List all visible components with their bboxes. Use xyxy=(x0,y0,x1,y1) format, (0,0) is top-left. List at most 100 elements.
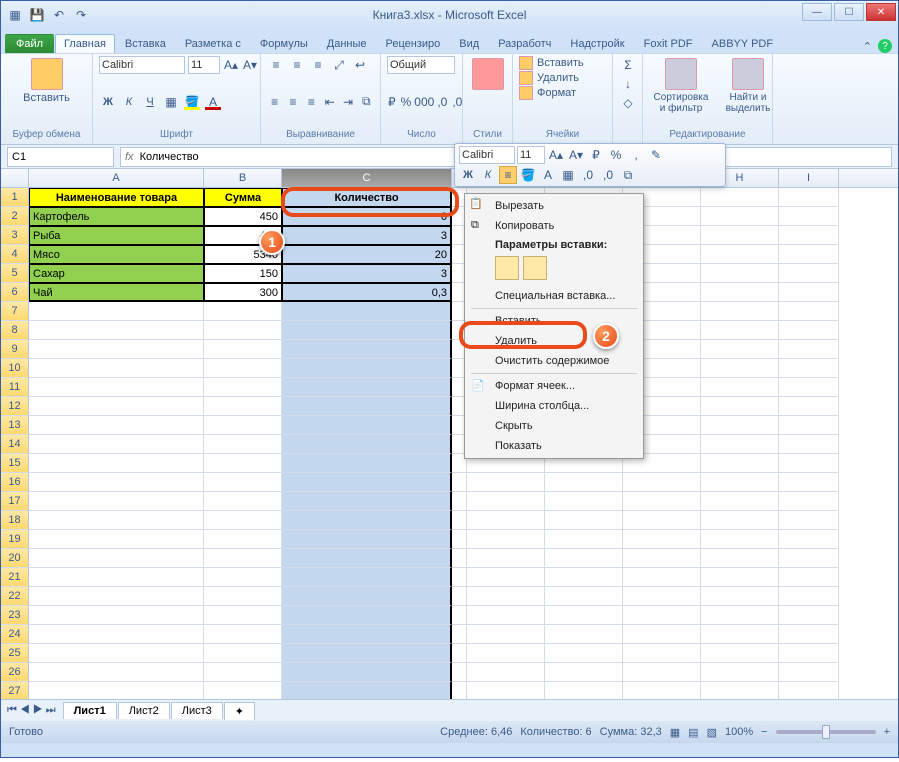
row-header[interactable]: 12 xyxy=(1,397,29,416)
close-button[interactable]: ✕ xyxy=(866,3,896,21)
cell[interactable]: 0,3 xyxy=(282,283,452,302)
cell[interactable]: Мясо xyxy=(29,245,204,264)
cell[interactable] xyxy=(779,302,839,321)
cell[interactable] xyxy=(779,207,839,226)
orientation-icon[interactable]: ⤢ xyxy=(330,56,348,74)
tab-view[interactable]: Вид xyxy=(450,34,488,53)
cell[interactable] xyxy=(701,226,779,245)
cell[interactable] xyxy=(282,359,452,378)
col-header-i[interactable]: I xyxy=(779,169,839,187)
cell[interactable] xyxy=(701,587,779,606)
cell[interactable]: Сахар xyxy=(29,264,204,283)
select-all-corner[interactable] xyxy=(1,169,29,187)
cell[interactable] xyxy=(282,454,452,473)
cell[interactable] xyxy=(282,416,452,435)
mini-thousands-icon[interactable]: , xyxy=(627,146,645,164)
ctx-show[interactable]: Показать xyxy=(467,436,641,456)
mini-font-size[interactable] xyxy=(517,146,545,164)
cell[interactable] xyxy=(204,644,282,663)
cell[interactable] xyxy=(779,454,839,473)
cell[interactable] xyxy=(29,492,204,511)
cell[interactable] xyxy=(701,359,779,378)
cell[interactable] xyxy=(545,587,623,606)
cell[interactable] xyxy=(467,473,545,492)
cell[interactable] xyxy=(779,226,839,245)
align-top-icon[interactable]: ≡ xyxy=(267,56,285,74)
row-header[interactable]: 25 xyxy=(1,644,29,663)
cell[interactable] xyxy=(282,435,452,454)
cell[interactable] xyxy=(204,511,282,530)
delete-cells-button[interactable]: Удалить xyxy=(519,71,606,85)
cell[interactable] xyxy=(545,644,623,663)
ctx-hide[interactable]: Скрыть xyxy=(467,416,641,436)
zoom-thumb[interactable] xyxy=(822,725,830,739)
align-bottom-icon[interactable]: ≡ xyxy=(309,56,327,74)
cell[interactable] xyxy=(701,416,779,435)
cell[interactable] xyxy=(467,492,545,511)
row-header[interactable]: 8 xyxy=(1,321,29,340)
tab-developer[interactable]: Разработч xyxy=(489,34,560,53)
mini-italic-button[interactable]: К xyxy=(479,166,497,184)
cell[interactable] xyxy=(779,188,839,207)
cell[interactable] xyxy=(623,625,701,644)
row-header[interactable]: 7 xyxy=(1,302,29,321)
tab-insert[interactable]: Вставка xyxy=(116,34,175,53)
name-box[interactable]: C1 xyxy=(7,147,114,167)
row-header[interactable]: 24 xyxy=(1,625,29,644)
cell[interactable] xyxy=(623,473,701,492)
sheet-tab-1[interactable]: Лист1 xyxy=(63,702,117,719)
ctx-paste-special[interactable]: Специальная вставка... xyxy=(467,286,641,306)
cell[interactable] xyxy=(282,492,452,511)
cell[interactable] xyxy=(204,587,282,606)
cell[interactable] xyxy=(701,378,779,397)
cell[interactable] xyxy=(204,302,282,321)
cell[interactable] xyxy=(29,416,204,435)
cell[interactable] xyxy=(29,663,204,682)
paste-option-1[interactable] xyxy=(495,256,519,280)
cell[interactable] xyxy=(545,473,623,492)
cell[interactable] xyxy=(623,682,701,699)
cell[interactable] xyxy=(701,245,779,264)
cell[interactable] xyxy=(282,625,452,644)
cell[interactable] xyxy=(545,530,623,549)
cell[interactable] xyxy=(29,606,204,625)
row-header[interactable]: 21 xyxy=(1,568,29,587)
cell[interactable] xyxy=(204,416,282,435)
ctx-format-cells[interactable]: 📄Формат ячеек... xyxy=(467,376,641,396)
paste-option-2[interactable] xyxy=(523,256,547,280)
cell[interactable] xyxy=(545,625,623,644)
tab-formulas[interactable]: Формулы xyxy=(251,34,317,53)
cell[interactable] xyxy=(29,378,204,397)
mini-font-name[interactable] xyxy=(459,146,515,164)
find-select-button[interactable]: Найти и выделить xyxy=(717,56,779,116)
cell[interactable] xyxy=(701,207,779,226)
minimize-ribbon-icon[interactable]: ⌃ xyxy=(863,40,872,53)
cell[interactable] xyxy=(282,606,452,625)
zoom-out-button[interactable]: − xyxy=(761,726,767,738)
cell[interactable] xyxy=(623,663,701,682)
cell[interactable] xyxy=(204,625,282,644)
mini-bold-button[interactable]: Ж xyxy=(459,166,477,184)
cell[interactable] xyxy=(701,454,779,473)
cell[interactable] xyxy=(701,188,779,207)
cell[interactable] xyxy=(467,606,545,625)
cell[interactable] xyxy=(452,511,467,530)
align-center-icon[interactable]: ≡ xyxy=(285,93,300,111)
row-header[interactable]: 11 xyxy=(1,378,29,397)
mini-format-painter-icon[interactable]: ✎ xyxy=(647,146,665,164)
cell[interactable] xyxy=(623,530,701,549)
cell[interactable] xyxy=(545,606,623,625)
cell[interactable]: 300 xyxy=(204,283,282,302)
cell[interactable] xyxy=(204,663,282,682)
thousands-icon[interactable]: 000 xyxy=(415,93,433,111)
cell[interactable] xyxy=(779,416,839,435)
cell[interactable] xyxy=(282,568,452,587)
cell[interactable] xyxy=(545,663,623,682)
cell[interactable] xyxy=(204,682,282,699)
ctx-copy[interactable]: ⧉Копировать xyxy=(467,216,641,236)
cell[interactable] xyxy=(452,587,467,606)
cell[interactable] xyxy=(29,587,204,606)
cell[interactable] xyxy=(204,454,282,473)
cell[interactable] xyxy=(779,321,839,340)
mini-merge-icon[interactable]: ⧉ xyxy=(619,166,637,184)
